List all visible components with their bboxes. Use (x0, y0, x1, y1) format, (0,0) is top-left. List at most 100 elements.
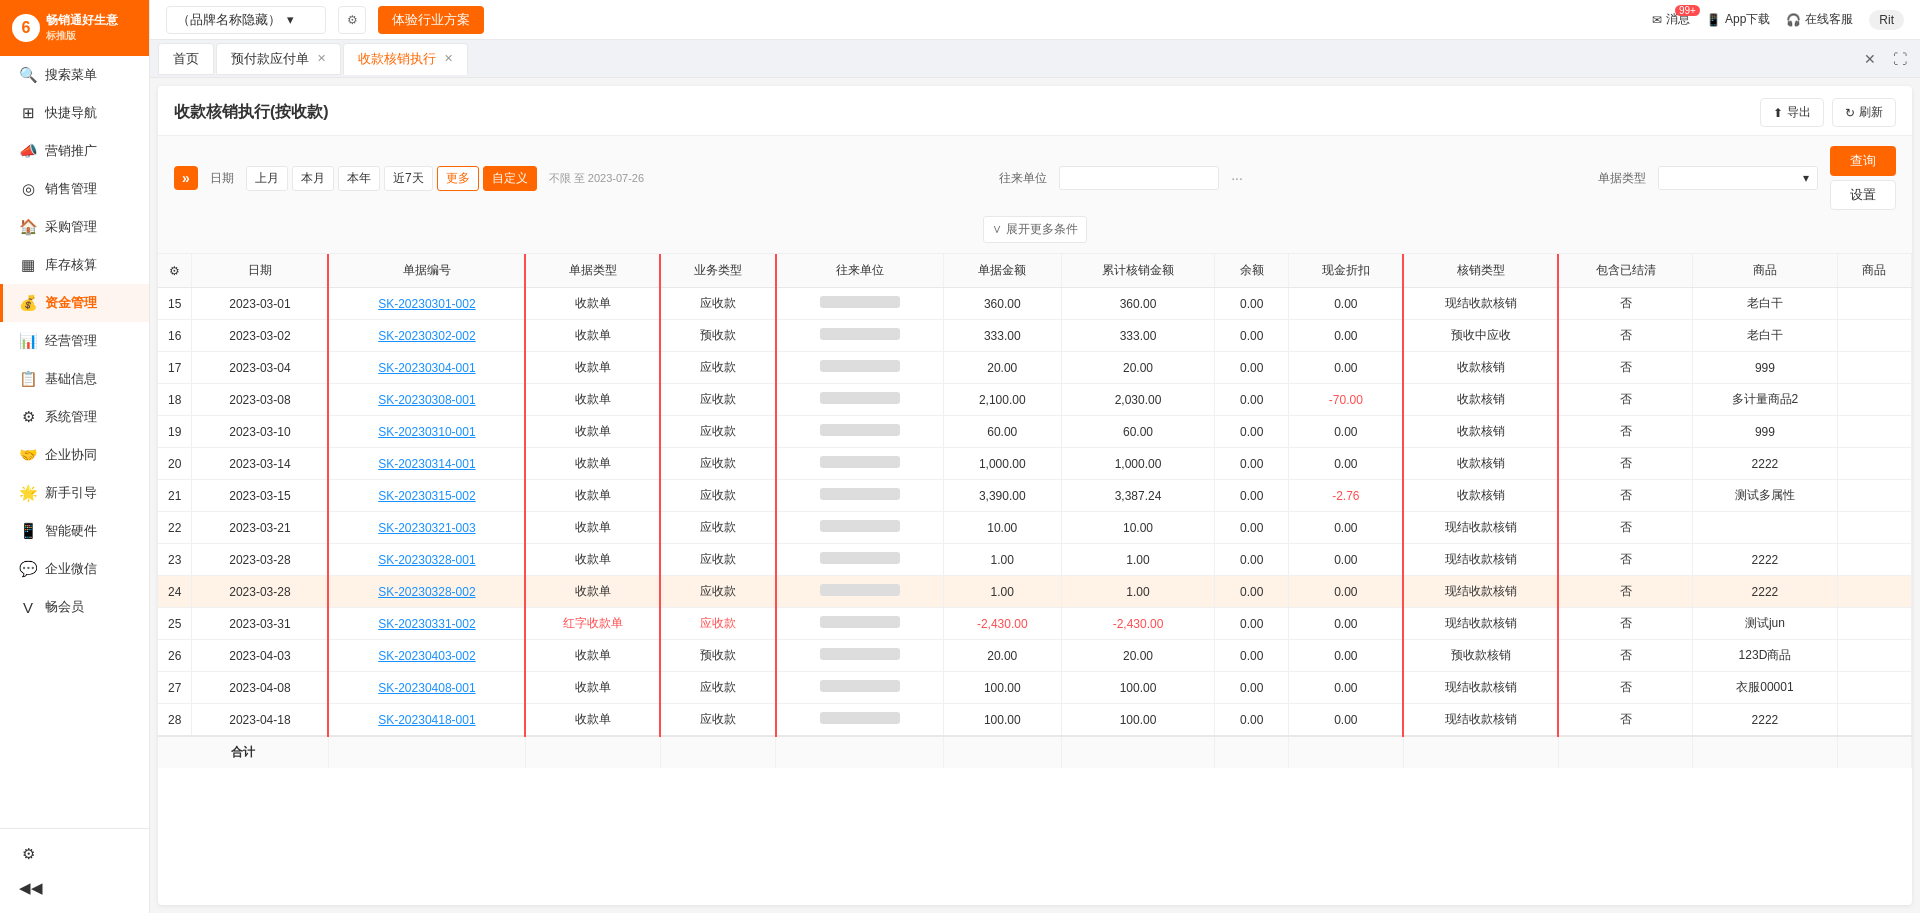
row-balance: 0.00 (1215, 416, 1289, 448)
table-row[interactable]: 172023-03-04SK-20230304-001收款单应收款20.0020… (158, 352, 1912, 384)
row-product2 (1837, 352, 1911, 384)
sidebar-item-wechat[interactable]: 💬 企业微信 (0, 550, 149, 588)
sidebar-item-ops[interactable]: 📊 经营管理 (0, 322, 149, 360)
th-counterparty: 往来单位 (776, 254, 943, 288)
user-area[interactable]: Rit (1869, 10, 1904, 30)
sidebar-item-sales[interactable]: ◎ 销售管理 (0, 170, 149, 208)
export-button[interactable]: ⬆ 导出 (1760, 98, 1824, 127)
page-header: 收款核销执行(按收款) ⬆ 导出 ↻ 刷新 (158, 86, 1912, 136)
last-7days-btn[interactable]: 近7天 (384, 166, 433, 191)
sidebar-item-inventory[interactable]: ▦ 库存核算 (0, 246, 149, 284)
expand-filter-button[interactable]: » (174, 166, 198, 190)
page-actions: ⬆ 导出 ↻ 刷新 (1760, 98, 1896, 127)
sidebar-item-member[interactable]: V 畅会员 (0, 588, 149, 626)
sidebar-item-hardware[interactable]: 📱 智能硬件 (0, 512, 149, 550)
table-row[interactable]: 262023-04-03SK-20230403-002收款单预收款20.0020… (158, 640, 1912, 672)
sidebar-item-settings[interactable]: ⚙ (0, 837, 149, 871)
sidebar-item-company[interactable]: 🤝 企业协同 (0, 436, 149, 474)
row-product2 (1837, 512, 1911, 544)
row-id[interactable]: SK-20230331-002 (328, 608, 525, 640)
this-month-btn[interactable]: 本月 (292, 166, 334, 191)
last-month-btn[interactable]: 上月 (246, 166, 288, 191)
this-year-btn[interactable]: 本年 (338, 166, 380, 191)
counterparty-dots[interactable]: ··· (1231, 170, 1243, 186)
sidebar-item-collapse[interactable]: ◀◀ (0, 871, 149, 905)
table-row[interactable]: 282023-04-18SK-20230418-001收款单应收款100.001… (158, 704, 1912, 737)
row-id[interactable]: SK-20230403-002 (328, 640, 525, 672)
table-row[interactable]: 272023-04-08SK-20230408-001收款单应收款100.001… (158, 672, 1912, 704)
table-row[interactable]: 202023-03-14SK-20230314-001收款单应收款1,000.0… (158, 448, 1912, 480)
more-date-btn[interactable]: 更多 (437, 166, 479, 191)
th-settings[interactable]: ⚙ (158, 254, 192, 288)
row-discount: 0.00 (1289, 288, 1404, 320)
online-service-button[interactable]: 🎧 在线客服 (1786, 11, 1853, 28)
sidebar-item-system[interactable]: ⚙ 系统管理 (0, 398, 149, 436)
sidebar-label-sales: 销售管理 (45, 180, 97, 198)
table-row[interactable]: 192023-03-10SK-20230310-001收款单应收款60.0060… (158, 416, 1912, 448)
expand-more-button[interactable]: ∨ 展开更多条件 (983, 216, 1086, 243)
row-discount: 0.00 (1289, 448, 1404, 480)
tab-prepay[interactable]: 预付款应付单✕ (216, 43, 341, 75)
collapse-icon: ◀◀ (19, 879, 37, 897)
row-id[interactable]: SK-20230301-002 (328, 288, 525, 320)
row-receipt-type: 收款单 (525, 288, 660, 320)
custom-date-btn[interactable]: 自定义 (483, 166, 537, 191)
table-area[interactable]: ⚙ 日期 单据编号 单据类型 业务类型 往来单位 单据金额 累计核销金额 余额 … (158, 254, 1912, 905)
receipt-type-select[interactable]: ▾ (1658, 166, 1818, 190)
row-date: 2023-03-01 (192, 288, 329, 320)
counterparty-input[interactable] (1059, 166, 1219, 190)
tab-home[interactable]: 首页 (158, 43, 214, 75)
table-row[interactable]: 252023-03-31SK-20230331-002红字收款单应收款-2,43… (158, 608, 1912, 640)
refresh-button[interactable]: ↻ 刷新 (1832, 98, 1896, 127)
row-product: 衣服00001 (1693, 672, 1838, 704)
sidebar-item-marketing[interactable]: 📣 营销推广 (0, 132, 149, 170)
close-all-tabs-button[interactable]: ✕ (1858, 47, 1882, 71)
row-id[interactable]: SK-20230308-001 (328, 384, 525, 416)
table-row[interactable]: 162023-03-02SK-20230302-002收款单预收款333.003… (158, 320, 1912, 352)
table-header-row: ⚙ 日期 单据编号 单据类型 业务类型 往来单位 单据金额 累计核销金额 余额 … (158, 254, 1912, 288)
settings-button[interactable]: 设置 (1830, 180, 1896, 210)
row-id[interactable]: SK-20230315-002 (328, 480, 525, 512)
row-product: 测试多属性 (1693, 480, 1838, 512)
row-included: 否 (1558, 608, 1692, 640)
row-date: 2023-03-28 (192, 576, 329, 608)
message-button[interactable]: ✉ 消息 99+ (1652, 11, 1690, 28)
tab-close-receipt[interactable]: ✕ (444, 52, 453, 65)
sidebar-item-basic[interactable]: 📋 基础信息 (0, 360, 149, 398)
row-id[interactable]: SK-20230310-001 (328, 416, 525, 448)
th-balance: 余额 (1215, 254, 1289, 288)
sidebar-item-purchase[interactable]: 🏠 采购管理 (0, 208, 149, 246)
sidebar-label-member: 畅会员 (45, 598, 84, 616)
sidebar-item-search[interactable]: 🔍 搜索菜单 (0, 56, 149, 94)
row-id[interactable]: SK-20230321-003 (328, 512, 525, 544)
tab-close-prepay[interactable]: ✕ (317, 52, 326, 65)
sidebar-item-quick-nav[interactable]: ⊞ 快捷导航 (0, 94, 149, 132)
row-receipt-type: 收款单 (525, 640, 660, 672)
row-id[interactable]: SK-20230302-002 (328, 320, 525, 352)
row-id[interactable]: SK-20230418-001 (328, 704, 525, 737)
row-receipt-type: 收款单 (525, 416, 660, 448)
query-button[interactable]: 查询 (1830, 146, 1896, 176)
table-row[interactable]: 212023-03-15SK-20230315-002收款单应收款3,390.0… (158, 480, 1912, 512)
app-download-button[interactable]: 📱 App下载 (1706, 11, 1770, 28)
sidebar-item-guide[interactable]: 🌟 新手引导 (0, 474, 149, 512)
row-accum: 60.00 (1061, 416, 1214, 448)
table-row[interactable]: 242023-03-28SK-20230328-002收款单应收款1.001.0… (158, 576, 1912, 608)
table-row[interactable]: 182023-03-08SK-20230308-001收款单应收款2,100.0… (158, 384, 1912, 416)
row-id[interactable]: SK-20230408-001 (328, 672, 525, 704)
row-id[interactable]: SK-20230314-001 (328, 448, 525, 480)
row-write-off: 收款核销 (1403, 384, 1558, 416)
row-id[interactable]: SK-20230328-001 (328, 544, 525, 576)
tab-receipt[interactable]: 收款核销执行✕ (343, 43, 468, 75)
row-id[interactable]: SK-20230304-001 (328, 352, 525, 384)
maximize-button[interactable]: ⛶ (1888, 47, 1912, 71)
table-row[interactable]: 222023-03-21SK-20230321-003收款单应收款10.0010… (158, 512, 1912, 544)
experience-button[interactable]: 体验行业方案 (378, 6, 484, 34)
brand-selector[interactable]: （品牌名称隐藏） ▾ (166, 6, 326, 34)
gear-icon: ⚙ (347, 13, 358, 27)
gear-button[interactable]: ⚙ (338, 6, 366, 34)
table-row[interactable]: 232023-03-28SK-20230328-001收款单应收款1.001.0… (158, 544, 1912, 576)
table-row[interactable]: 152023-03-01SK-20230301-002收款单应收款360.003… (158, 288, 1912, 320)
row-id[interactable]: SK-20230328-002 (328, 576, 525, 608)
sidebar-item-finance[interactable]: 💰 资金管理 (0, 284, 149, 322)
